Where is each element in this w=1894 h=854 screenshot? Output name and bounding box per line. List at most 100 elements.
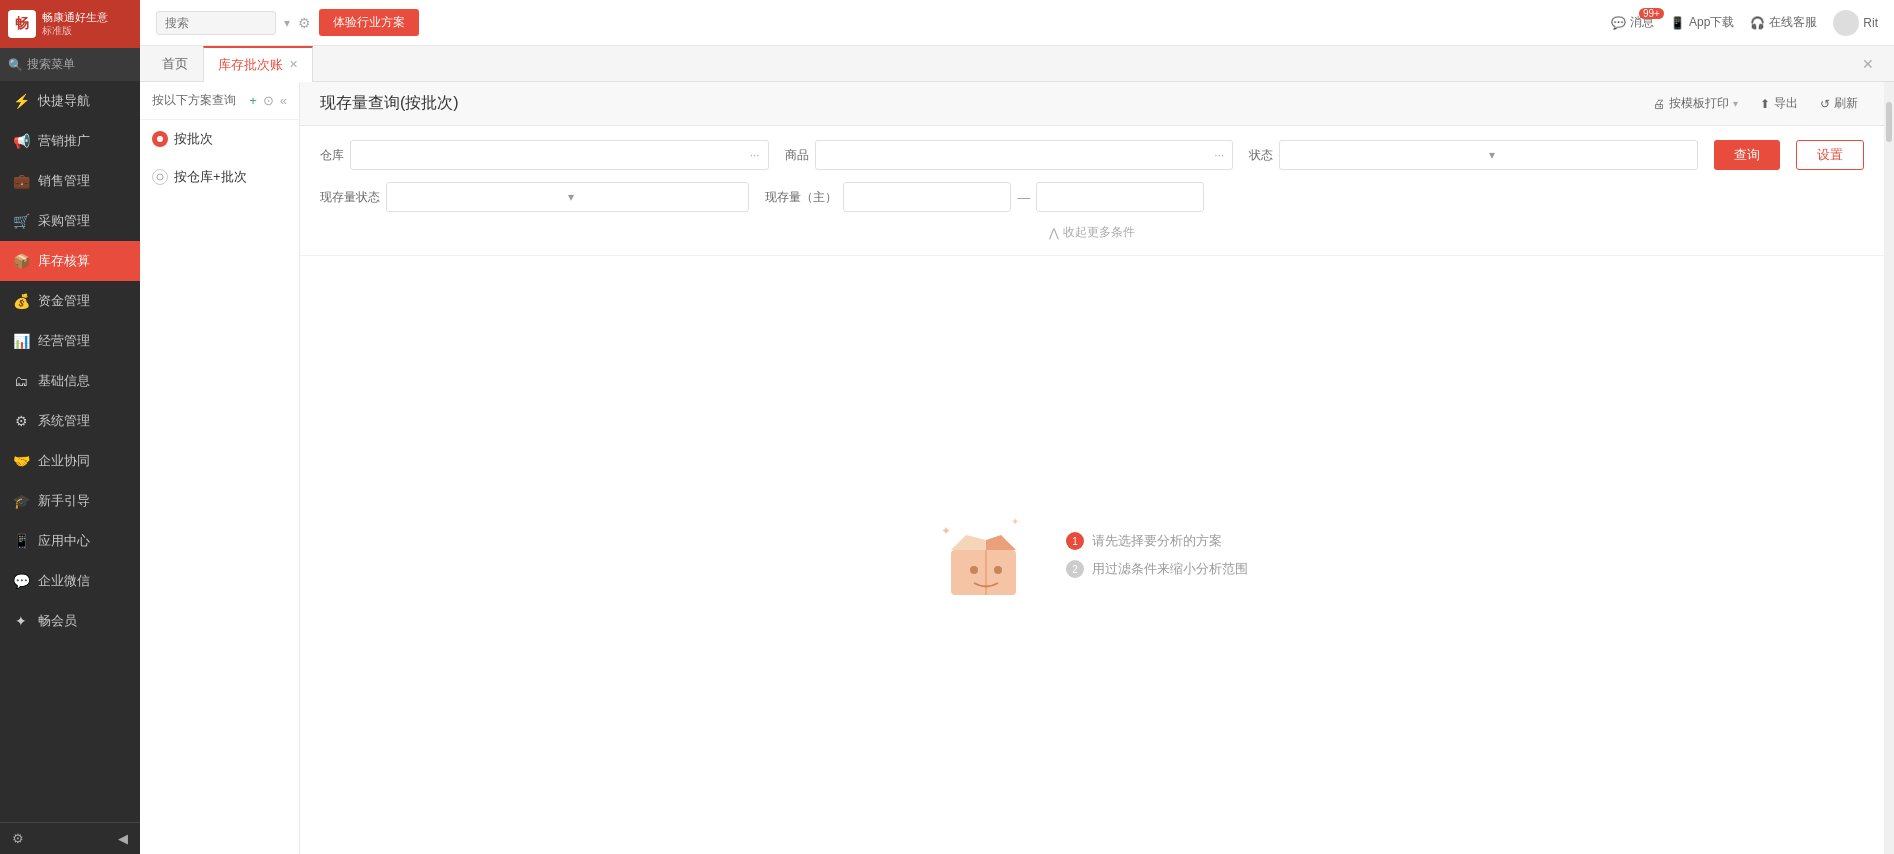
stock-qty-max-input[interactable]: [1045, 190, 1195, 204]
finance-icon: 💰: [12, 292, 30, 310]
message-icon: 💬: [1611, 16, 1626, 30]
sidebar-collapse-btn[interactable]: ◀: [118, 831, 128, 846]
sidebar-item-label: 企业协同: [38, 452, 90, 470]
stock-qty-min-wrap[interactable]: [843, 182, 1011, 212]
svg-rect-2: [951, 550, 1016, 595]
right-scrollbar[interactable]: [1884, 82, 1894, 854]
sidebar-search[interactable]: 🔍 搜索菜单: [0, 48, 140, 81]
product-label: 商品: [785, 147, 809, 164]
stock-status-select[interactable]: ▾: [386, 182, 749, 212]
topbar-dropdown-icon[interactable]: ▾: [284, 16, 290, 30]
filter-header-icons: + ⊙ «: [249, 93, 287, 108]
filter-collapse-icon[interactable]: «: [280, 93, 287, 108]
user-menu[interactable]: Rit: [1833, 10, 1878, 36]
collapse-more-btn[interactable]: ⋀ 收起更多条件: [320, 224, 1864, 241]
warehouse-input[interactable]: [359, 148, 750, 162]
sidebar: 畅 畅康通好生意 标准版 🔍 搜索菜单 ⚡ 快捷导航 📢 营销推广 💼 销售管理…: [0, 0, 140, 854]
print-dropdown-icon[interactable]: ▾: [1733, 98, 1738, 109]
app-download-btn[interactable]: 📱 App下载: [1670, 14, 1734, 31]
tabbar: 首页 库存批次账 ✕ ✕: [140, 46, 1894, 82]
sidebar-item-wechat[interactable]: 💬 企业微信: [0, 561, 140, 601]
empty-tip-2: 2 用过滤条件来缩小分析范围: [1066, 560, 1248, 578]
empty-tip-1: 1 请先选择要分析的方案: [1066, 532, 1248, 550]
stock-status-arrow-icon: ▾: [568, 190, 741, 204]
search-form: 仓库 ··· 商品 ··· 状态: [300, 126, 1884, 256]
refresh-icon: ↺: [1820, 97, 1830, 111]
warehouse-field: 仓库 ···: [320, 140, 769, 170]
online-service-btn[interactable]: 🎧 在线客服: [1750, 14, 1817, 31]
filter-settings-icon[interactable]: ⊙: [263, 93, 274, 108]
topbar-right: 💬 消息 99+ 📱 App下载 🎧 在线客服 Rit: [1611, 10, 1878, 36]
status-label: 状态: [1249, 147, 1273, 164]
stock-qty-max-wrap[interactable]: [1036, 182, 1204, 212]
message-btn[interactable]: 💬 消息 99+: [1611, 14, 1654, 31]
filter-warehouse-batch-dot: [152, 169, 168, 185]
sidebar-item-app-center[interactable]: 📱 应用中心: [0, 521, 140, 561]
tab-home-label: 首页: [162, 55, 188, 73]
sidebar-item-new-guide[interactable]: 🎓 新手引导: [0, 481, 140, 521]
quick-nav-icon: ⚡: [12, 92, 30, 110]
topbar-search-input[interactable]: [156, 11, 276, 35]
svg-point-4: [970, 566, 978, 574]
filter-item-batch[interactable]: 按批次: [140, 120, 299, 158]
settings-icon: ⚙: [12, 831, 24, 846]
filter-batch-label: 按批次: [174, 130, 213, 148]
collapse-up-icon: ⋀: [1049, 226, 1059, 240]
product-input[interactable]: [824, 148, 1215, 162]
industry-btn[interactable]: 体验行业方案: [319, 9, 419, 36]
query-button[interactable]: 查询: [1714, 140, 1780, 170]
svg-text:✦: ✦: [1011, 516, 1019, 527]
tab-close-icon[interactable]: ✕: [289, 58, 298, 71]
stock-status-label: 现存量状态: [320, 189, 380, 206]
sidebar-item-basic-info[interactable]: 🗂 基础信息: [0, 361, 140, 401]
topbar-gear-icon[interactable]: ⚙: [298, 15, 311, 31]
tab-close-main[interactable]: ✕: [1850, 48, 1886, 80]
settings-button[interactable]: 设置: [1796, 140, 1864, 170]
svg-text:✦: ✦: [941, 524, 951, 538]
sidebar-item-purchase[interactable]: 🛒 采购管理: [0, 201, 140, 241]
sidebar-item-member[interactable]: ✦ 畅会员: [0, 601, 140, 641]
product-more-icon[interactable]: ···: [1214, 148, 1224, 162]
filter-add-icon[interactable]: +: [249, 93, 257, 108]
sidebar-item-quick-nav[interactable]: ⚡ 快捷导航: [0, 81, 140, 121]
sidebar-item-enterprise[interactable]: 🤝 企业协同: [0, 441, 140, 481]
refresh-btn[interactable]: ↺ 刷新: [1814, 92, 1864, 115]
tab-inventory-batch[interactable]: 库存批次账 ✕: [203, 46, 313, 82]
stock-qty-dash: —: [1011, 190, 1036, 205]
purchase-icon: 🛒: [12, 212, 30, 230]
product-input-wrap[interactable]: ···: [815, 140, 1234, 170]
export-btn[interactable]: ⬆ 导出: [1754, 92, 1804, 115]
warehouse-input-wrap[interactable]: ···: [350, 140, 769, 170]
content-area: 按以下方案查询 + ⊙ « 按批次 按仓库+批次: [140, 82, 1894, 854]
wechat-icon: 💬: [12, 572, 30, 590]
empty-state: ✦ ✦ 1 请先选择要分析的方案 2 用过滤条件来缩小分析范围: [300, 256, 1884, 854]
filter-header: 按以下方案查询 + ⊙ «: [140, 82, 299, 120]
warehouse-more-icon[interactable]: ···: [750, 148, 760, 162]
stock-qty-min-input[interactable]: [852, 190, 1002, 204]
sidebar-nav: ⚡ 快捷导航 📢 营销推广 💼 销售管理 🛒 采购管理 📦 库存核算 💰 资金管…: [0, 81, 140, 822]
print-template-btn[interactable]: 🖨 按模板打印 ▾: [1647, 92, 1744, 115]
sidebar-item-finance[interactable]: 💰 资金管理: [0, 281, 140, 321]
sidebar-item-system[interactable]: ⚙ 系统管理: [0, 401, 140, 441]
sidebar-settings-btn[interactable]: ⚙: [12, 831, 24, 846]
enterprise-icon: 🤝: [12, 452, 30, 470]
sidebar-item-label: 应用中心: [38, 532, 90, 550]
status-select[interactable]: ▾: [1279, 140, 1698, 170]
sidebar-item-sales[interactable]: 💼 销售管理: [0, 161, 140, 201]
search-row-1: 仓库 ··· 商品 ··· 状态: [320, 140, 1864, 170]
new-guide-icon: 🎓: [12, 492, 30, 510]
sidebar-search-label: 搜索菜单: [27, 56, 75, 73]
svg-point-0: [157, 136, 163, 142]
sidebar-item-marketing[interactable]: 📢 营销推广: [0, 121, 140, 161]
export-icon: ⬆: [1760, 97, 1770, 111]
sidebar-item-label: 企业微信: [38, 572, 90, 590]
sidebar-item-label: 库存核算: [38, 252, 90, 270]
system-icon: ⚙: [12, 412, 30, 430]
sidebar-item-operations[interactable]: 📊 经营管理: [0, 321, 140, 361]
tab-home[interactable]: 首页: [148, 46, 203, 82]
filter-item-warehouse-batch[interactable]: 按仓库+批次: [140, 158, 299, 196]
sidebar-brand: 畅康通好生意 标准版: [42, 10, 108, 38]
main-area: ▾ ⚙ 体验行业方案 💬 消息 99+ 📱 App下载 🎧 在线客服 Rit: [140, 0, 1894, 854]
sidebar-item-inventory[interactable]: 📦 库存核算: [0, 241, 140, 281]
sidebar-brand-name: 畅康通好生意: [42, 10, 108, 24]
